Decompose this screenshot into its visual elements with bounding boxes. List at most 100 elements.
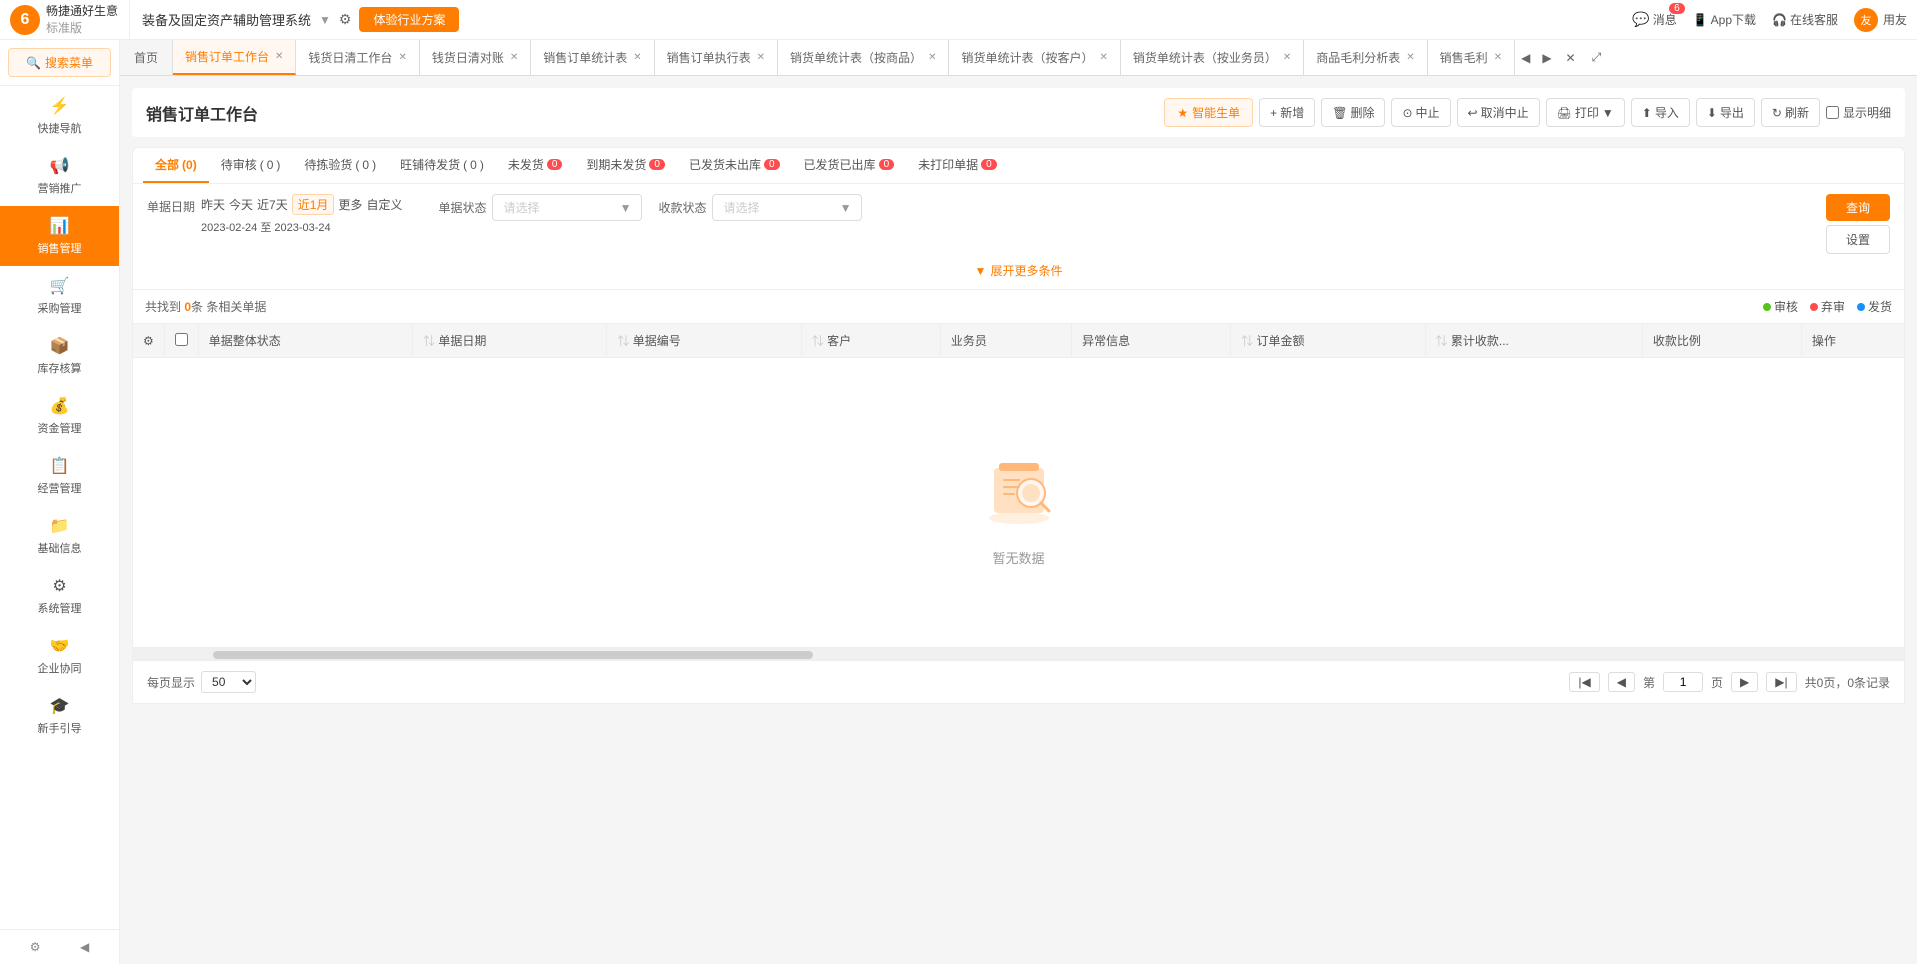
- tab-sales-exec[interactable]: 销售订单执行表 ✕: [655, 40, 778, 75]
- filter-tab-not-shipped[interactable]: 未发货 0: [496, 148, 575, 183]
- collapse-icon[interactable]: ◀: [80, 940, 89, 954]
- show-detail-checkbox[interactable]: [1826, 106, 1839, 119]
- date-opt-custom[interactable]: 自定义: [366, 196, 402, 213]
- reject-action[interactable]: 弃审: [1810, 298, 1845, 315]
- page-last-btn[interactable]: ▶|: [1766, 672, 1796, 692]
- filter-tab-wangpu[interactable]: 旺铺待发货(0): [388, 148, 496, 183]
- sidebar-item-finance[interactable]: 💰 资金管理: [0, 386, 119, 446]
- show-detail-checkbox-label[interactable]: 显示明细: [1826, 104, 1891, 121]
- tab-sales-stats[interactable]: 销售订单统计表 ✕: [531, 40, 654, 75]
- tab-home[interactable]: 首页: [120, 40, 173, 75]
- col-amount[interactable]: ⇅ 订单金额: [1231, 324, 1425, 358]
- add-button[interactable]: + 新增: [1259, 98, 1315, 127]
- import-button[interactable]: ⬆ 导入: [1631, 98, 1690, 127]
- col-date[interactable]: ⇅ 单据日期: [413, 324, 607, 358]
- refresh-button[interactable]: ↻ 刷新: [1761, 98, 1820, 127]
- tab-close-icon[interactable]: ✕: [633, 52, 641, 63]
- sidebar-item-marketing[interactable]: 📢 营销推广: [0, 146, 119, 206]
- query-button[interactable]: 查询: [1826, 194, 1890, 221]
- filter-tab-shipped-out[interactable]: 已发货已出库 0: [792, 148, 907, 183]
- date-opt-1month[interactable]: 近1月: [292, 194, 335, 215]
- tab-sales-profit[interactable]: 销售毛利 ✕: [1428, 40, 1515, 75]
- date-opt-today[interactable]: 今天: [229, 196, 253, 213]
- smart-generate-button[interactable]: ★ 智能生单: [1164, 98, 1253, 127]
- search-menu-button[interactable]: 🔍 搜索菜单: [8, 48, 111, 77]
- col-settings[interactable]: ⚙: [133, 324, 164, 358]
- tab-close-icon[interactable]: ✕: [1099, 52, 1107, 63]
- sidebar-item-newbie[interactable]: 🎓 新手引导: [0, 686, 119, 746]
- tab-sales-workbench[interactable]: 销售订单工作台 ✕: [173, 40, 296, 75]
- date-opt-7days[interactable]: 近7天: [257, 196, 288, 213]
- sidebar-item-system[interactable]: ⚙ 系统管理: [0, 566, 119, 626]
- col-customer[interactable]: ⇅ 客户: [801, 324, 940, 358]
- page-first-btn[interactable]: |◀: [1569, 672, 1599, 692]
- tab-cash-reconcile[interactable]: 钱货日清对账 ✕: [420, 40, 531, 75]
- tab-close-icon[interactable]: ✕: [398, 52, 406, 63]
- page-number-input[interactable]: [1663, 672, 1703, 692]
- page-prev-btn[interactable]: ◀: [1608, 672, 1635, 692]
- sidebar-item-enterprise[interactable]: 🤝 企业协同: [0, 626, 119, 686]
- user-area[interactable]: 友 用友: [1854, 8, 1907, 32]
- tab-close-icon[interactable]: ✕: [928, 52, 936, 63]
- date-opt-yesterday[interactable]: 昨天: [201, 196, 225, 213]
- cancel-stop-button[interactable]: ↩ 取消中止: [1457, 98, 1540, 127]
- col-number[interactable]: ⇅ 单据编号: [607, 324, 801, 358]
- tab-stats-product[interactable]: 销货单统计表（按商品） ✕: [778, 40, 949, 75]
- tab-maximize[interactable]: ⤢: [1584, 40, 1610, 75]
- filter-tab-overdue[interactable]: 到期未发货 0: [574, 148, 677, 183]
- payment-select[interactable]: 请选择 ▼: [712, 194, 862, 221]
- message-area[interactable]: 💬 6 消息: [1632, 11, 1676, 28]
- tab-goods-margin[interactable]: 商品毛利分析表 ✕: [1304, 40, 1427, 75]
- sidebar-item-basic[interactable]: 📁 基础信息: [0, 506, 119, 566]
- filter-tab-pending-review[interactable]: 待审核(0): [209, 148, 293, 183]
- settings-bottom-icon[interactable]: ⚙: [30, 940, 41, 954]
- horizontal-scrollbar[interactable]: [132, 648, 1905, 660]
- stop-button[interactable]: ⊙ 中止: [1391, 98, 1450, 127]
- tab-close-all[interactable]: ✕: [1558, 40, 1584, 75]
- ship-action[interactable]: 发货: [1857, 298, 1892, 315]
- sidebar-search[interactable]: 🔍 搜索菜单: [0, 40, 119, 86]
- page-size-select[interactable]: 10 20 50 100: [201, 671, 256, 693]
- date-opt-more[interactable]: 更多: [338, 196, 362, 213]
- tab-close-icon[interactable]: ✕: [757, 52, 765, 63]
- approve-action[interactable]: 审核: [1763, 298, 1798, 315]
- tab-close-icon[interactable]: ✕: [275, 51, 283, 62]
- sidebar-item-operations[interactable]: 📋 经营管理: [0, 446, 119, 506]
- expand-filter[interactable]: ▼ 展开更多条件: [147, 262, 1890, 279]
- status-select[interactable]: 请选择 ▼: [492, 194, 642, 221]
- tab-stats-staff[interactable]: 销货单统计表（按业务员） ✕: [1121, 40, 1304, 75]
- col-exception[interactable]: 异常信息: [1072, 324, 1231, 358]
- sidebar-item-quicknav[interactable]: ⚡ 快捷导航: [0, 86, 119, 146]
- sidebar-item-inventory[interactable]: 📦 库存核算: [0, 326, 119, 386]
- tab-close-icon[interactable]: ✕: [1494, 52, 1502, 63]
- delete-button[interactable]: 🗑 删除: [1321, 98, 1385, 127]
- tab-close-icon[interactable]: ✕: [510, 52, 518, 63]
- col-collected[interactable]: ⇅ 累计收款...: [1425, 324, 1642, 358]
- filter-tab-all[interactable]: 全部 (0): [143, 148, 209, 183]
- col-checkbox[interactable]: [164, 324, 198, 358]
- page-next-btn[interactable]: ▶: [1731, 672, 1758, 692]
- tab-nav-prev[interactable]: ◀: [1515, 40, 1536, 75]
- tab-cash-daily[interactable]: 钱货日清工作台 ✕: [296, 40, 419, 75]
- tab-close-icon[interactable]: ✕: [1283, 52, 1291, 63]
- sidebar-item-sales[interactable]: 📊 销售管理: [0, 206, 119, 266]
- title-dropdown-icon[interactable]: ▼: [319, 13, 331, 27]
- select-all-checkbox[interactable]: [175, 333, 188, 346]
- col-staff[interactable]: 业务员: [940, 324, 1071, 358]
- col-status[interactable]: 单据整体状态: [198, 324, 412, 358]
- app-download[interactable]: 📱 App下载: [1693, 11, 1756, 28]
- online-service[interactable]: 🎧 在线客服: [1772, 11, 1838, 28]
- export-button[interactable]: ⬇ 导出: [1696, 98, 1755, 127]
- tab-close-icon[interactable]: ✕: [1406, 52, 1414, 63]
- filter-tab-pending-inspect[interactable]: 待拣验货(0): [292, 148, 388, 183]
- trial-button[interactable]: 体验行业方案: [359, 7, 459, 32]
- sidebar-item-purchase[interactable]: 🛒 采购管理: [0, 266, 119, 326]
- gear-icon[interactable]: ⚙: [339, 11, 352, 28]
- filter-tab-shipped-not-in[interactable]: 已发货未出库 0: [677, 148, 792, 183]
- print-button[interactable]: 🖨 打印 ▼: [1546, 98, 1625, 127]
- settings-filter-button[interactable]: 设置: [1826, 225, 1890, 254]
- tab-nav-next[interactable]: ▶: [1536, 40, 1557, 75]
- col-ratio[interactable]: 收款比例: [1642, 324, 1801, 358]
- filter-tab-not-printed[interactable]: 未打印单据 0: [906, 148, 1009, 183]
- tab-stats-customer[interactable]: 销货单统计表（按客户） ✕: [949, 40, 1120, 75]
